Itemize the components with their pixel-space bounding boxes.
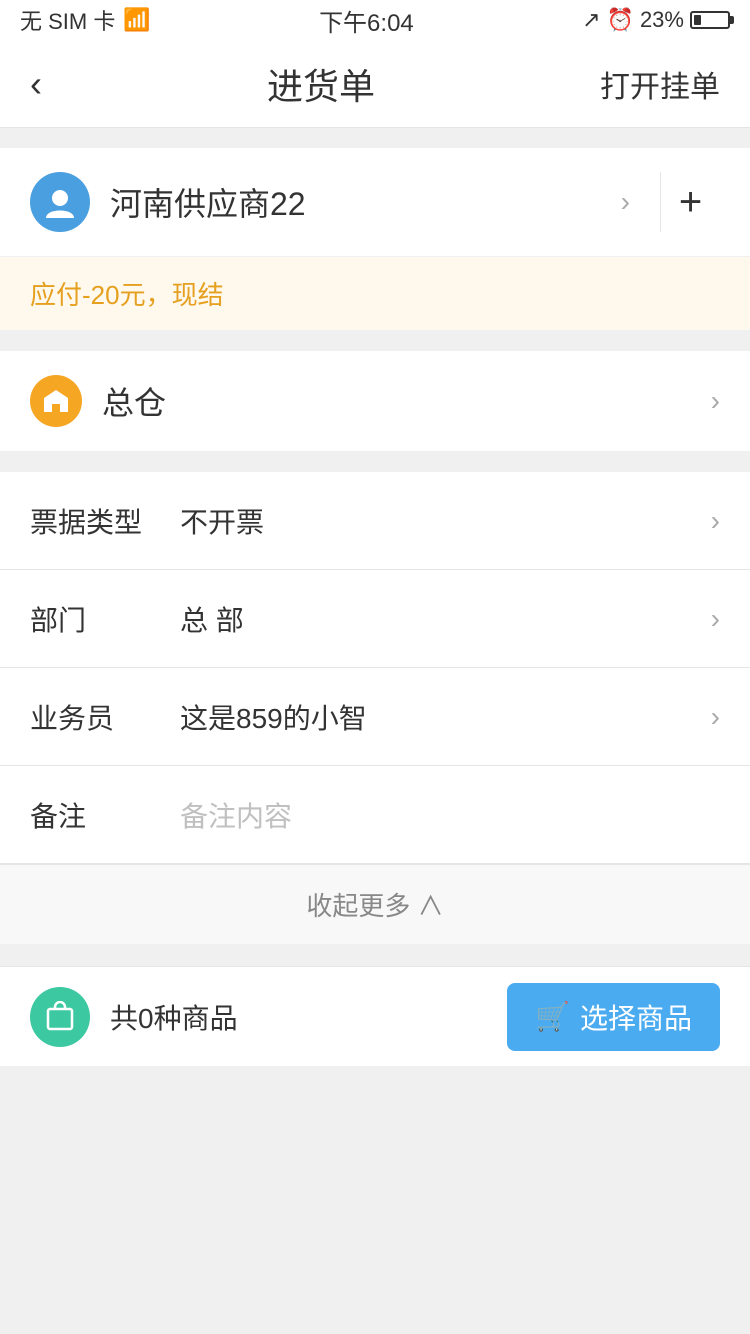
product-count-label: 共0种商品 [110,997,507,1037]
bottom-divider [0,944,750,964]
salesperson-value: 这是859的小智 [150,697,711,737]
form-section: 票据类型 不开票 › 部门 总 部 › 业务员 这是859的小智 › 备注 备注… [0,472,750,944]
select-product-label: 选择商品 [580,997,692,1037]
wifi-icon: 📶 [123,7,150,33]
carrier-label: 无 SIM 卡 [20,4,115,36]
bottom-bar: 共0种商品 🛒 选择商品 [0,966,750,1066]
mid-divider-1 [0,331,750,351]
top-divider [0,128,750,148]
notice-text: 应付-20元，现结 [30,280,224,310]
remark-label: 备注 [30,795,150,835]
add-supplier-button[interactable]: + [660,172,720,232]
select-product-button[interactable]: 🛒 选择商品 [507,983,720,1051]
department-row[interactable]: 部门 总 部 › [0,570,750,668]
warehouse-name: 总仓 [102,378,711,424]
supplier-avatar [30,172,90,232]
battery-icon [690,11,730,29]
salesperson-label: 业务员 [30,697,150,737]
remark-row[interactable]: 备注 备注内容 [0,766,750,864]
status-left: 无 SIM 卡 📶 [20,4,151,36]
page-background [0,1066,750,1326]
notice-bar: 应付-20元，现结 [0,257,750,331]
battery-percent: 23% [640,7,684,33]
remark-value: 备注内容 [150,795,720,835]
status-right: ↗ ⏰ 23% [582,7,730,33]
supplier-row[interactable]: 河南供应商22 › + [0,148,750,257]
supplier-section: 河南供应商22 › + 应付-20元，现结 [0,148,750,331]
mid-divider-2 [0,452,750,472]
collapse-text: 收起更多 ∧ [306,886,443,923]
salesperson-row[interactable]: 业务员 这是859的小智 › [0,668,750,766]
invoice-type-row[interactable]: 票据类型 不开票 › [0,472,750,570]
supplier-chevron-icon: › [621,186,630,218]
product-icon-wrap [30,987,90,1047]
warehouse-icon [30,375,82,427]
status-time: 下午6:04 [319,3,414,38]
invoice-type-chevron-icon: › [711,505,720,537]
nav-bar: ‹ 进货单 打开挂单 [0,40,750,128]
page-title: 进货单 [267,58,375,110]
alarm-icon: ⏰ [607,7,634,33]
open-pending-button[interactable]: 打开挂单 [600,62,720,106]
invoice-type-value: 不开票 [150,501,711,541]
select-product-icon: 🛒 [535,1000,570,1033]
status-bar: 无 SIM 卡 📶 下午6:04 ↗ ⏰ 23% [0,0,750,40]
department-label: 部门 [30,599,150,639]
back-button[interactable]: ‹ [30,63,42,105]
department-chevron-icon: › [711,603,720,635]
warehouse-row[interactable]: 总仓 › [0,351,750,452]
collapse-button[interactable]: 收起更多 ∧ [0,864,750,944]
invoice-type-label: 票据类型 [30,501,150,541]
warehouse-section: 总仓 › [0,351,750,452]
warehouse-chevron-icon: › [711,385,720,417]
department-value: 总 部 [150,599,711,639]
location-icon: ↗ [582,7,600,33]
salesperson-chevron-icon: › [711,701,720,733]
supplier-name: 河南供应商22 [110,179,621,225]
